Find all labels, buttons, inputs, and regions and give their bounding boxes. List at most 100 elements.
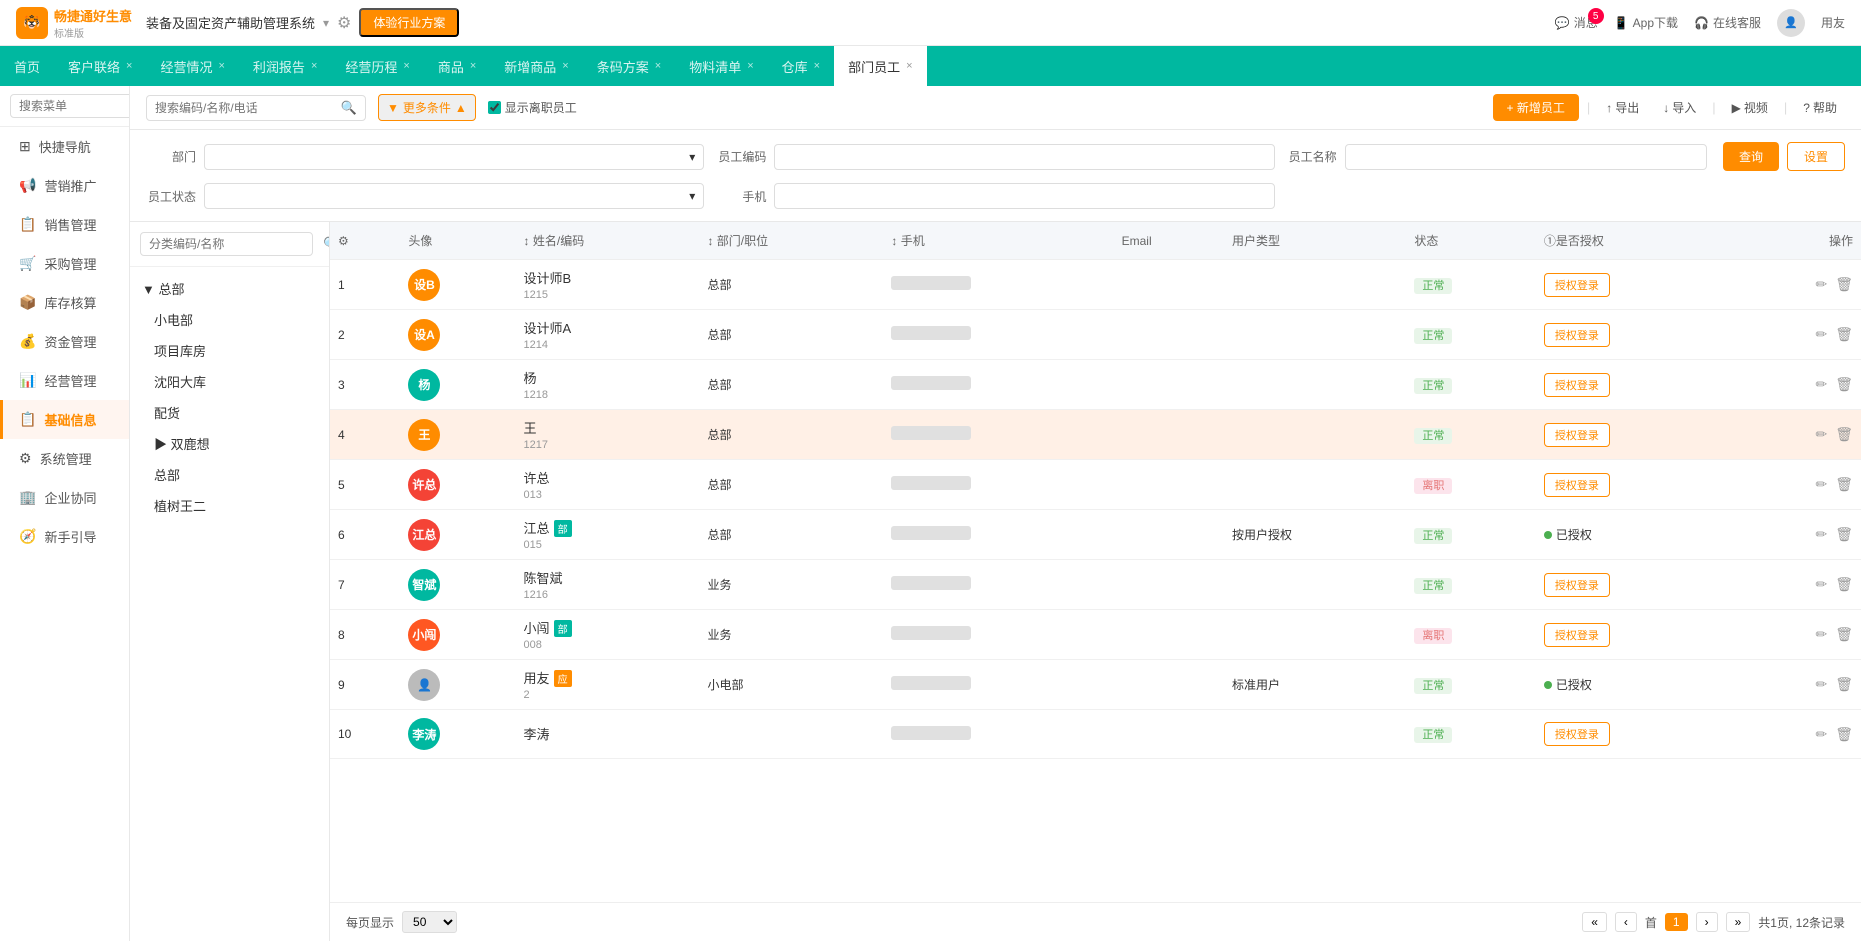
close-tab-icon[interactable]: × <box>126 60 132 72</box>
close-tab-icon[interactable]: × <box>218 60 224 72</box>
sidebar-item-marketing[interactable]: 📢营销推广 <box>0 166 129 205</box>
close-tab-icon[interactable]: × <box>470 60 476 72</box>
show-resigned-checkbox[interactable] <box>488 101 501 114</box>
sidebar-item-inventory[interactable]: 📦库存核算 <box>0 283 129 322</box>
sidebar-search-input[interactable] <box>10 94 130 118</box>
delete-icon[interactable]: 🗑 <box>1835 476 1853 493</box>
help-button[interactable]: ? 帮助 <box>1795 95 1845 120</box>
message-btn[interactable]: 💬 消息 5 <box>1555 14 1598 31</box>
dept-tree-node[interactable]: 项目库房 <box>130 335 329 366</box>
sidebar-item-sales-mgmt[interactable]: 📋销售管理 <box>0 205 129 244</box>
auth-button[interactable]: 授权登录 <box>1544 473 1610 497</box>
nav-tab-物料清单[interactable]: 物料清单 × <box>675 46 767 86</box>
search-box[interactable]: 🔍 <box>146 95 366 121</box>
edit-icon[interactable]: ✏ <box>1815 526 1827 543</box>
nav-tab-条码方案[interactable]: 条码方案 × <box>583 46 675 86</box>
query-button[interactable]: 查询 <box>1723 142 1779 171</box>
auth-button[interactable]: 授权登录 <box>1544 323 1610 347</box>
nav-tab-客户联络[interactable]: 客户联络 × <box>54 46 146 86</box>
dept-tree-node[interactable]: ▶ 双鹿想 <box>130 428 329 459</box>
dept-tree-node[interactable]: ▼ 总部 <box>130 273 329 304</box>
first-page-btn[interactable]: « <box>1582 912 1607 932</box>
close-tab-icon[interactable]: × <box>655 60 661 72</box>
show-resigned-label[interactable]: 显示离职员工 <box>488 99 577 116</box>
edit-icon[interactable]: ✏ <box>1815 326 1827 343</box>
nav-tab-新增商品[interactable]: 新增商品 × <box>490 46 582 86</box>
dept-tree-node[interactable]: 配货 <box>130 397 329 428</box>
sidebar-item-quick-nav[interactable]: ⊞快捷导航 <box>0 127 129 166</box>
filter-status-select[interactable]: ▾ <box>204 183 704 209</box>
filter-dept-select[interactable]: ▾ <box>204 144 704 170</box>
edit-icon[interactable]: ✏ <box>1815 426 1827 443</box>
dept-tree-node[interactable]: 总部 <box>130 459 329 490</box>
delete-icon[interactable]: 🗑 <box>1835 276 1853 293</box>
sys-dropdown-arrow[interactable]: ▾ <box>323 16 329 30</box>
add-employee-button[interactable]: + 新增员工 <box>1493 94 1579 121</box>
app-download-btn[interactable]: 📱 App下载 <box>1614 14 1678 31</box>
import-button[interactable]: ↓ 导入 <box>1655 95 1704 120</box>
close-tab-icon[interactable]: × <box>311 60 317 72</box>
prev-page-btn[interactable]: ‹ <box>1615 912 1637 932</box>
edit-icon[interactable]: ✏ <box>1815 726 1827 743</box>
auth-button[interactable]: 授权登录 <box>1544 722 1610 746</box>
nav-tab-部门员工[interactable]: 部门员工 × <box>834 46 926 86</box>
dept-tree-node[interactable]: 植树王二 <box>130 490 329 521</box>
online-service-btn[interactable]: 🎧 在线客服 <box>1694 14 1761 31</box>
last-page-btn[interactable]: » <box>1726 912 1751 932</box>
dept-tree-node[interactable]: 沈阳大库 <box>130 366 329 397</box>
current-page-num[interactable]: 1 <box>1665 913 1688 931</box>
sidebar-item-basic-info[interactable]: 📋基础信息 <box>0 400 129 439</box>
nav-tab-经营情况[interactable]: 经营情况 × <box>146 46 238 86</box>
nav-tab-商品[interactable]: 商品 × <box>424 46 490 86</box>
col-phone[interactable]: ↕ 手机 <box>883 222 1113 260</box>
auth-button[interactable]: 授权登录 <box>1544 273 1610 297</box>
auth-button[interactable]: 授权登录 <box>1544 623 1610 647</box>
delete-icon[interactable]: 🗑 <box>1835 426 1853 443</box>
sidebar-item-system-mgmt[interactable]: ⚙系统管理 <box>0 439 129 478</box>
delete-icon[interactable]: 🗑 <box>1835 326 1853 343</box>
close-tab-icon[interactable]: × <box>747 60 753 72</box>
trial-button[interactable]: 体验行业方案 <box>359 8 459 37</box>
dept-search-icon[interactable]: 🔍 <box>323 236 330 252</box>
next-page-btn[interactable]: › <box>1696 912 1718 932</box>
delete-icon[interactable]: 🗑 <box>1835 676 1853 693</box>
search-input[interactable] <box>155 101 337 115</box>
more-filter-button[interactable]: ▼ 更多条件 ▲ <box>378 94 476 121</box>
delete-icon[interactable]: 🗑 <box>1835 376 1853 393</box>
edit-icon[interactable]: ✏ <box>1815 676 1827 693</box>
nav-tab-首页[interactable]: 首页 <box>0 46 54 86</box>
sidebar-item-finance-mgmt[interactable]: 💰资金管理 <box>0 322 129 361</box>
sidebar-item-guide[interactable]: 🧭新手引导 <box>0 517 129 556</box>
col-settings[interactable]: ⚙ <box>330 222 400 260</box>
delete-icon[interactable]: 🗑 <box>1835 526 1853 543</box>
username[interactable]: 用友 <box>1821 14 1845 31</box>
delete-icon[interactable]: 🗑 <box>1835 576 1853 593</box>
nav-tab-经营历程[interactable]: 经营历程 × <box>331 46 423 86</box>
close-tab-icon[interactable]: × <box>562 60 568 72</box>
sidebar-item-purchase-mgmt[interactable]: 🛒采购管理 <box>0 244 129 283</box>
auth-button[interactable]: 授权登录 <box>1544 423 1610 447</box>
settings-button[interactable]: 设置 <box>1787 142 1845 171</box>
close-tab-icon[interactable]: × <box>906 60 912 72</box>
filter-phone-input[interactable] <box>774 183 1274 209</box>
settings-icon[interactable]: ⚙ <box>337 13 351 33</box>
nav-tab-仓库[interactable]: 仓库 × <box>768 46 834 86</box>
page-size-select[interactable]: 50 100 200 <box>402 911 457 933</box>
edit-icon[interactable]: ✏ <box>1815 476 1827 493</box>
user-avatar[interactable]: 👤 <box>1777 9 1805 37</box>
close-tab-icon[interactable]: × <box>814 60 820 72</box>
edit-icon[interactable]: ✏ <box>1815 576 1827 593</box>
edit-icon[interactable]: ✏ <box>1815 376 1827 393</box>
search-icon[interactable]: 🔍 <box>341 100 357 116</box>
delete-icon[interactable]: 🗑 <box>1835 626 1853 643</box>
delete-icon[interactable]: 🗑 <box>1835 726 1853 743</box>
dept-search-input[interactable] <box>140 232 313 256</box>
nav-tab-利润报告[interactable]: 利润报告 × <box>239 46 331 86</box>
filter-empcode-input[interactable] <box>774 144 1274 170</box>
sidebar-item-enterprise[interactable]: 🏢企业协同 <box>0 478 129 517</box>
close-tab-icon[interactable]: × <box>403 60 409 72</box>
view-button[interactable]: ▶ 视频 <box>1724 95 1776 120</box>
edit-icon[interactable]: ✏ <box>1815 626 1827 643</box>
col-name[interactable]: ↕ 姓名/编码 <box>516 222 700 260</box>
edit-icon[interactable]: ✏ <box>1815 276 1827 293</box>
